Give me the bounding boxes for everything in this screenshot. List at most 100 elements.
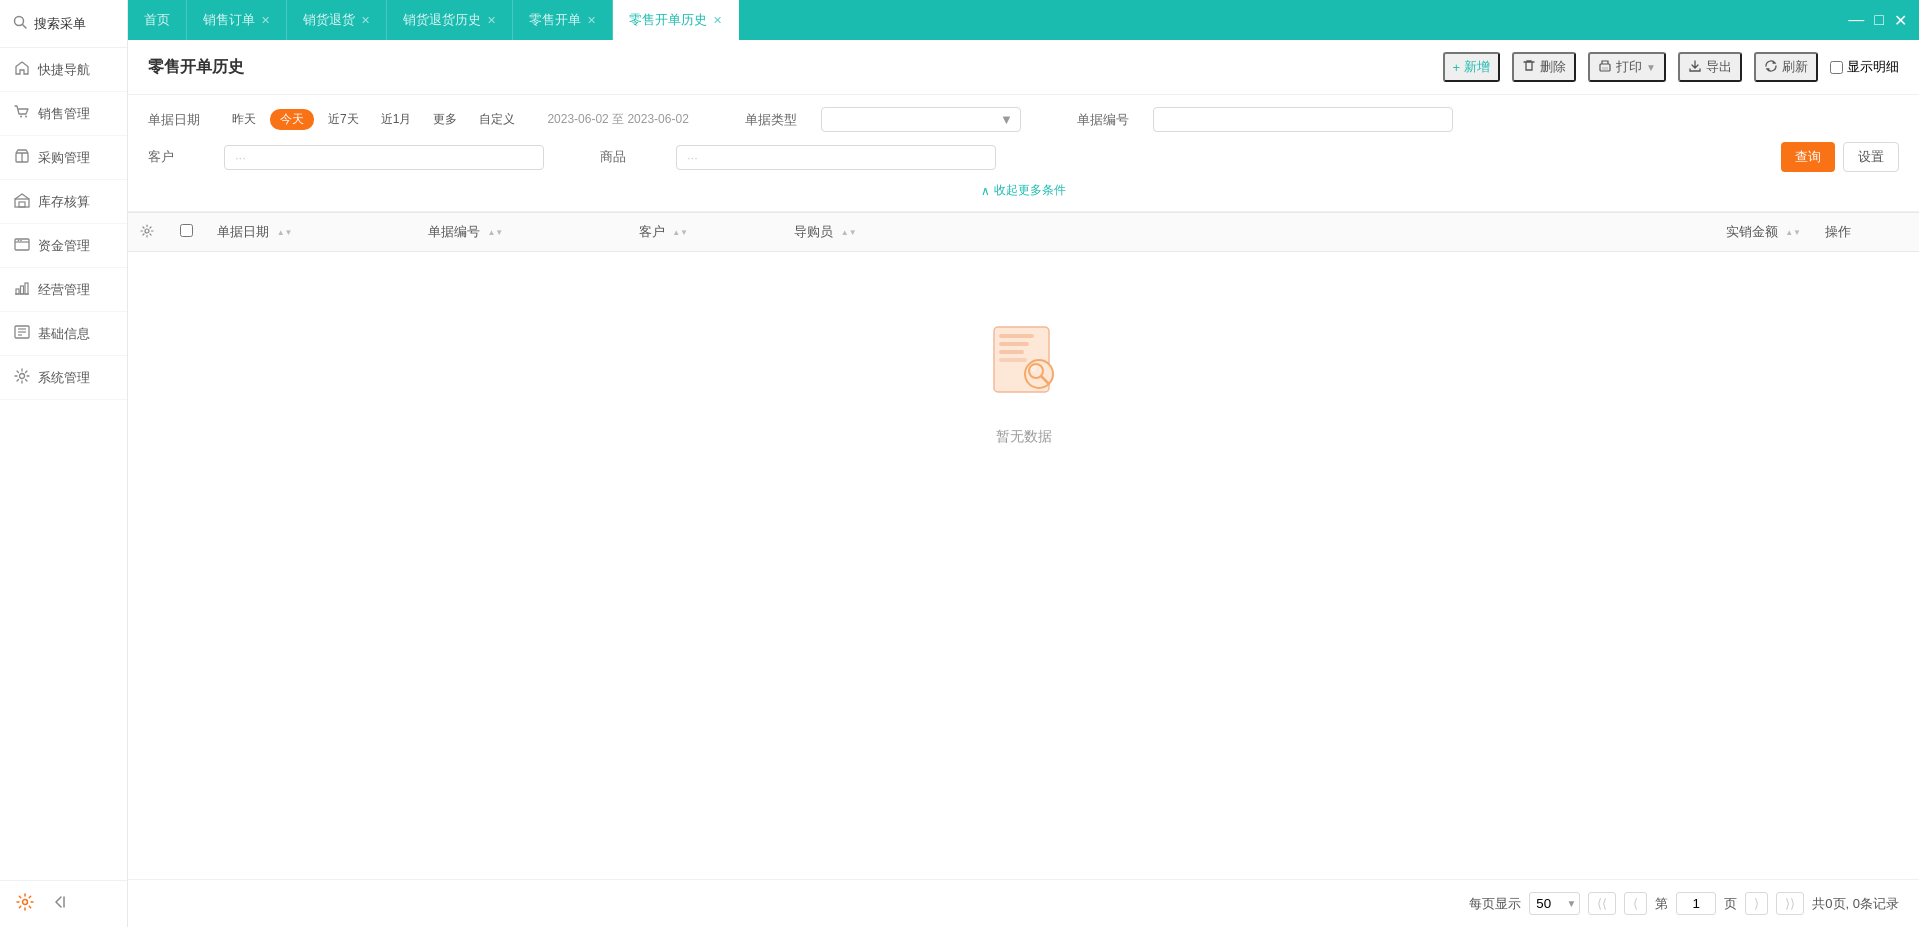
warehouse-icon [14, 192, 30, 211]
print-icon [1598, 59, 1612, 76]
window-minimize-icon[interactable]: — [1848, 11, 1864, 29]
add-button[interactable]: + 新增 [1443, 52, 1501, 82]
sidebar-item-operation[interactable]: 经营管理 [0, 268, 127, 312]
collapse-button[interactable]: ∧ 收起更多条件 [981, 182, 1066, 199]
amount-sort-icon[interactable]: ▲▼ [1785, 228, 1801, 237]
sidebar-item-label: 库存核算 [38, 193, 90, 211]
tab-retail-open[interactable]: 零售开单 ✕ [513, 0, 613, 40]
sidebar-item-basic-info[interactable]: 基础信息 [0, 312, 127, 356]
number-sort-icon[interactable]: ▲▼ [487, 228, 503, 237]
delete-button[interactable]: 删除 [1512, 52, 1576, 82]
sidebar-search[interactable]: 搜索采单 [0, 0, 127, 48]
tab-sales-return[interactable]: 销货退货 ✕ [287, 0, 387, 40]
date-option-7days[interactable]: 近7天 [320, 109, 367, 130]
per-page-select[interactable]: 10 20 50 100 [1529, 892, 1580, 915]
data-table: 单据日期 ▲▼ 单据编号 ▲▼ 客户 ▲▼ 导购员 [128, 212, 1919, 252]
date-sort-icon[interactable]: ▲▼ [277, 228, 293, 237]
display-detail-checkbox[interactable] [1830, 61, 1843, 74]
th-date-label: 单据日期 [217, 224, 269, 239]
number-input[interactable] [1153, 107, 1453, 132]
goods-input[interactable]: ··· [676, 145, 996, 170]
guide-sort-icon[interactable]: ▲▼ [841, 228, 857, 237]
next-page-button[interactable]: ⟩ [1745, 892, 1768, 915]
tab-close-sales-order[interactable]: ✕ [261, 14, 270, 27]
sidebar-item-label: 基础信息 [38, 325, 90, 343]
th-guide: 导购员 ▲▼ [782, 213, 965, 252]
window-maximize-icon[interactable]: □ [1874, 11, 1884, 29]
date-option-today[interactable]: 今天 [270, 109, 314, 130]
sidebar-item-sales-mgmt[interactable]: 销售管理 [0, 92, 127, 136]
select-all-checkbox[interactable] [180, 224, 193, 237]
first-page-button[interactable]: ⟨⟨ [1588, 892, 1616, 915]
th-actions-label: 操作 [1825, 224, 1851, 239]
th-guide-label: 导购员 [794, 224, 833, 239]
th-date: 单据日期 ▲▼ [205, 213, 416, 252]
svg-rect-14 [25, 283, 28, 294]
collapse-row: ∧ 收起更多条件 [148, 182, 1899, 199]
window-controls: — □ ✕ [1848, 11, 1919, 30]
settings-filter-button[interactable]: 设置 [1843, 142, 1899, 172]
type-filter-label: 单据类型 [745, 111, 805, 129]
tab-close-retail-open[interactable]: ✕ [587, 14, 596, 27]
cart-icon [14, 104, 30, 123]
export-button[interactable]: 导出 [1678, 52, 1742, 82]
date-range-display: 2023-06-02 至 2023-06-02 [547, 111, 688, 128]
table-header: 单据日期 ▲▼ 单据编号 ▲▼ 客户 ▲▼ 导购员 [128, 213, 1919, 252]
window-close-icon[interactable]: ✕ [1894, 11, 1907, 30]
sidebar-item-label: 销售管理 [38, 105, 90, 123]
goods-filter-label: 商品 [600, 148, 660, 166]
svg-rect-13 [21, 286, 24, 294]
print-button[interactable]: 打印 ▼ [1588, 52, 1666, 82]
collapse-sidebar-icon[interactable] [50, 893, 68, 915]
tab-sales-order[interactable]: 销售订单 ✕ [187, 0, 287, 40]
chart-icon [14, 280, 30, 299]
system-icon [14, 368, 30, 387]
plus-icon: + [1453, 60, 1461, 75]
total-text: 共0页, 0条记录 [1812, 895, 1899, 913]
page-title: 零售开单历史 [148, 57, 244, 78]
customer-sort-icon[interactable]: ▲▼ [672, 228, 688, 237]
date-option-1month[interactable]: 近1月 [373, 109, 420, 130]
empty-state: 暂无数据 [128, 252, 1919, 506]
th-number-label: 单据编号 [428, 224, 480, 239]
sidebar-item-purchase-mgmt[interactable]: 采购管理 [0, 136, 127, 180]
display-detail-toggle[interactable]: 显示明细 [1830, 58, 1899, 76]
filter-row-1: 单据日期 昨天 今天 近7天 近1月 更多 自定义 2023-06-02 至 2… [148, 107, 1899, 132]
customer-filter-label: 客户 [148, 148, 208, 166]
last-page-button[interactable]: ⟩⟩ [1776, 892, 1804, 915]
svg-rect-12 [16, 289, 19, 294]
info-icon [14, 324, 30, 343]
tab-retail-open-history[interactable]: 零售开单历史 ✕ [613, 0, 739, 40]
svg-rect-7 [19, 202, 25, 207]
date-option-custom[interactable]: 自定义 [471, 109, 523, 130]
svg-point-11 [20, 240, 22, 242]
column-settings-icon[interactable] [140, 226, 154, 241]
current-page-input[interactable] [1676, 892, 1716, 915]
sidebar-item-inventory[interactable]: 库存核算 [0, 180, 127, 224]
sidebar-item-quick-nav[interactable]: 快捷导航 [0, 48, 127, 92]
customer-input[interactable]: ··· [224, 145, 544, 170]
tab-close-sales-return[interactable]: ✕ [361, 14, 370, 27]
table-container: 单据日期 ▲▼ 单据编号 ▲▼ 客户 ▲▼ 导购员 [128, 212, 1919, 879]
tab-close-sales-return-history[interactable]: ✕ [487, 14, 496, 27]
th-actions: 操作 [1813, 213, 1919, 252]
th-customer-label: 客户 [639, 224, 665, 239]
main-content: 首页 销售订单 ✕ 销货退货 ✕ 销货退货历史 ✕ 零售开单 ✕ 零售开单历史 … [128, 0, 1919, 927]
type-select-wrapper: ▼ [821, 107, 1021, 132]
tab-close-retail-open-history[interactable]: ✕ [713, 14, 722, 27]
tab-home[interactable]: 首页 [128, 0, 187, 40]
svg-point-2 [20, 116, 22, 118]
sidebar-item-label: 采购管理 [38, 149, 90, 167]
type-select[interactable] [821, 107, 1021, 132]
prev-page-button[interactable]: ⟨ [1624, 892, 1647, 915]
refresh-button[interactable]: 刷新 [1754, 52, 1818, 82]
sidebar-item-system-mgmt[interactable]: 系统管理 [0, 356, 127, 400]
tab-sales-return-history[interactable]: 销货退货历史 ✕ [387, 0, 513, 40]
sidebar-item-label: 经营管理 [38, 281, 90, 299]
sidebar-item-finance[interactable]: 资金管理 [0, 224, 127, 268]
header-actions: + 新增 删除 [1443, 52, 1900, 82]
date-option-more[interactable]: 更多 [425, 109, 465, 130]
settings-bottom-icon[interactable] [16, 893, 34, 915]
date-option-yesterday[interactable]: 昨天 [224, 109, 264, 130]
query-button[interactable]: 查询 [1781, 142, 1835, 172]
